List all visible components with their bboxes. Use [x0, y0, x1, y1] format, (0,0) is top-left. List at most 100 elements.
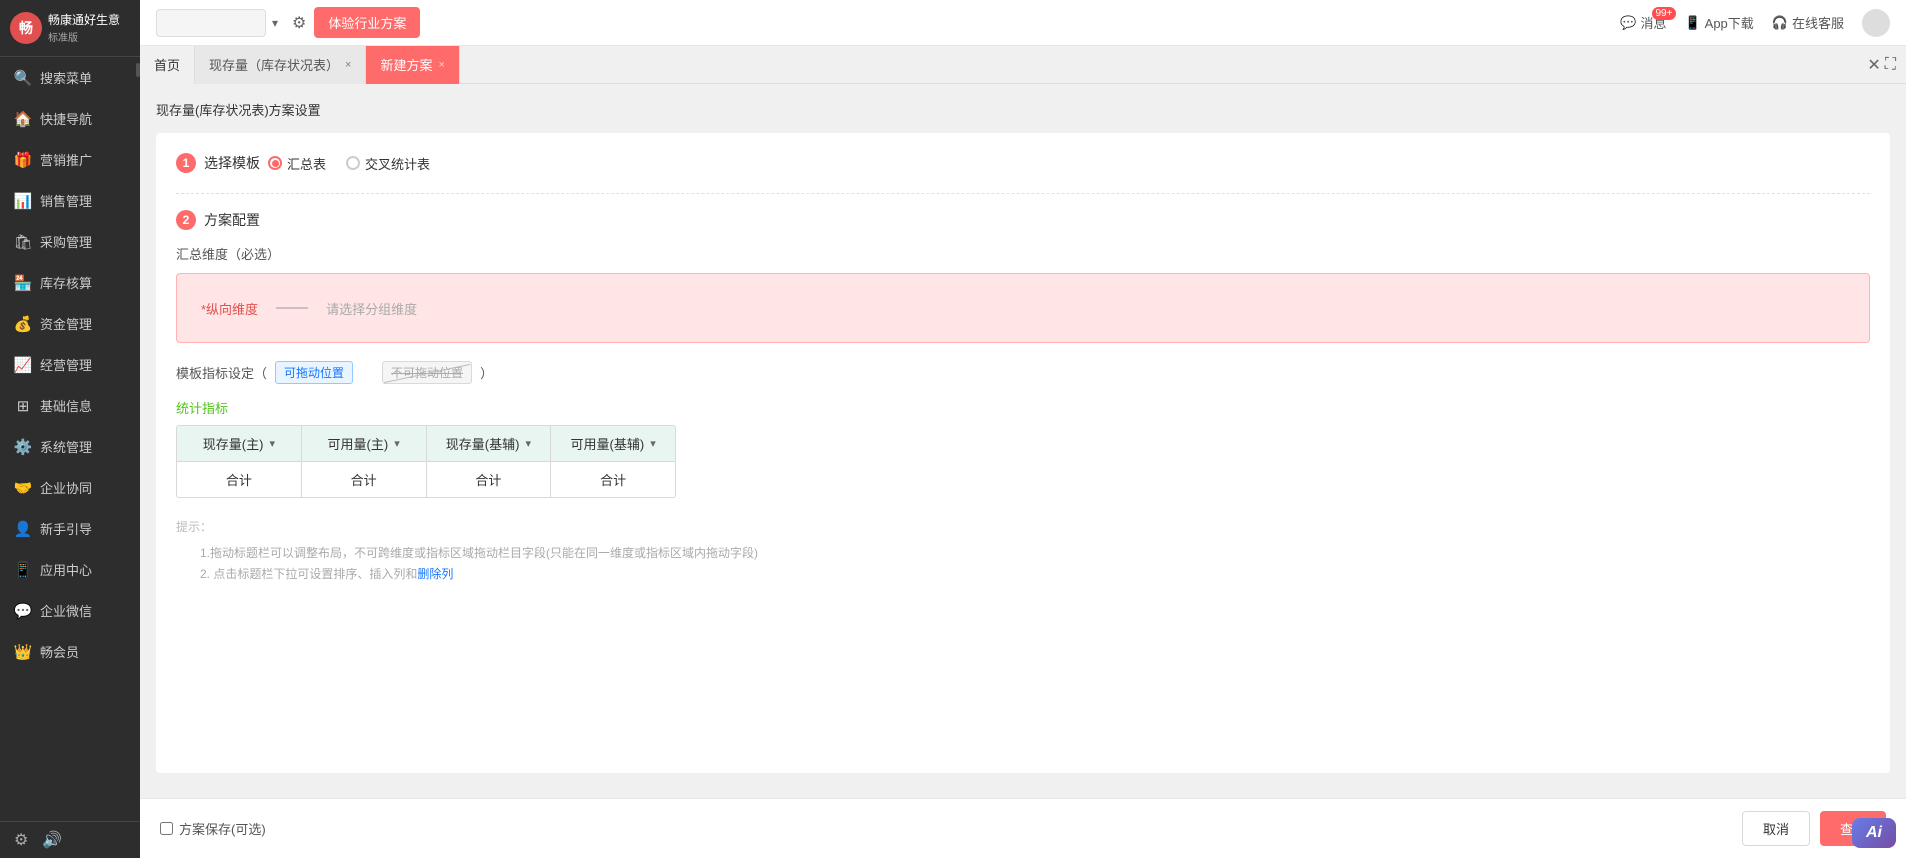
stats-col-chevron-1[interactable]: ▾: [394, 437, 400, 450]
stats-col-sub-1: 合计: [351, 473, 377, 488]
step2-badge: 2: [176, 210, 196, 230]
audio-icon[interactable]: 🔊: [42, 830, 62, 850]
tab-home-label: 首页: [154, 55, 180, 74]
message-button[interactable]: 💬 消息 99+: [1620, 13, 1666, 32]
mobile-icon: 📱: [1684, 15, 1700, 31]
tip-2-highlight: 删除列: [417, 567, 453, 581]
save-checkbox[interactable]: [160, 822, 173, 835]
topbar-gear-icon[interactable]: ⚙: [292, 13, 306, 33]
dimension-required-area[interactable]: *纵向维度 —— 请选择分组维度: [176, 273, 1870, 343]
sidebar-item-guide[interactable]: 👤 新手引导: [0, 508, 140, 549]
app-download-label: App下载: [1705, 13, 1754, 32]
topbar-dropdown-icon[interactable]: ▾: [272, 16, 278, 30]
sidebar-item-wechat-label: 企业微信: [40, 601, 92, 620]
trial-button[interactable]: 体验行业方案: [314, 7, 420, 38]
topbar-search-area: ▾: [156, 9, 278, 37]
sidebar-item-marketing-label: 营销推广: [40, 150, 92, 169]
sidebar-item-sales[interactable]: 📊 销售管理: [0, 180, 140, 221]
indicator-label-suffix: ）: [480, 363, 493, 382]
sidebar-item-sales-label: 销售管理: [40, 191, 92, 210]
sidebar-item-guide-label: 新手引导: [40, 519, 92, 538]
stats-col-label-2: 现存量(基辅): [446, 434, 520, 453]
footer-bar: 方案保存(可选) 取消 查询: [140, 798, 1906, 858]
sidebar-item-search[interactable]: 🔍 搜索菜单: [0, 57, 140, 98]
sidebar-item-apps[interactable]: 📱 应用中心: [0, 549, 140, 590]
tab-inventory[interactable]: 现存量（库存状况表） ×: [195, 46, 366, 84]
cancel-button[interactable]: 取消: [1742, 811, 1810, 846]
topbar-right: 💬 消息 99+ 📱 App下载 🎧 在线客服: [1620, 9, 1890, 37]
vip-icon: 👑: [14, 643, 32, 661]
stats-col-header-2[interactable]: 现存量(基辅) ▾: [427, 426, 552, 461]
tab-new-scheme[interactable]: 新建方案 ×: [366, 46, 459, 84]
template-radio-group: 汇总表 交叉统计表: [268, 154, 430, 173]
radio-summary[interactable]: 汇总表: [268, 154, 326, 173]
stats-col-chevron-3[interactable]: ▾: [650, 437, 656, 450]
tab-inventory-label: 现存量（库存状况表）: [209, 55, 339, 74]
tabbar-right: ✕ ⛶: [1867, 55, 1906, 75]
tab-expand-icon[interactable]: ⛶: [1885, 56, 1896, 74]
stats-col-label-1: 可用量(主): [328, 434, 389, 453]
indicator-draggable-text: 可拖动位置: [284, 364, 344, 381]
radio-cross[interactable]: 交叉统计表: [346, 154, 430, 173]
sidebar-item-wechat[interactable]: 💬 企业微信: [0, 590, 140, 631]
stats-col-header-3[interactable]: 可用量(基辅) ▾: [551, 426, 675, 461]
online-service-label: 在线客服: [1792, 13, 1844, 32]
sidebar-item-shortcut-label: 快捷导航: [40, 109, 92, 128]
step1-header: 1 选择模板 汇总表 交叉统计表: [176, 153, 1870, 173]
tab-new-scheme-close[interactable]: ×: [438, 59, 444, 71]
app-name: 畅康通好生意: [48, 12, 120, 29]
sidebar-item-finance[interactable]: 💰 资金管理: [0, 303, 140, 344]
stats-col-body-3: 合计: [551, 462, 675, 497]
tab-close-icon[interactable]: ✕: [1867, 55, 1880, 75]
sidebar-item-vip[interactable]: 👑 畅会员: [0, 631, 140, 672]
tip-label: 提示：: [176, 517, 1870, 539]
tip-2: 2. 点击标题栏下拉可设置排序、插入列和删除列: [176, 564, 1870, 586]
stats-table-header: 现存量(主) ▾ 可用量(主) ▾ 现存量(基辅) ▾: [177, 426, 675, 462]
online-service-button[interactable]: 🎧 在线客服: [1772, 13, 1844, 32]
sidebar-item-marketing[interactable]: 🎁 营销推广: [0, 139, 140, 180]
indicator-not-draggable-text: 不可拖动位置: [391, 364, 463, 381]
app-download-button[interactable]: 📱 App下载: [1684, 13, 1753, 32]
chart-icon: 📊: [14, 192, 32, 210]
sidebar-item-cooperation-label: 企业协同: [40, 478, 92, 497]
ai-badge[interactable]: Ai: [1852, 818, 1896, 848]
stats-col-body-1: 合计: [302, 462, 427, 497]
sidebar-item-system[interactable]: ⚙️ 系统管理: [0, 426, 140, 467]
wechat-icon: 💬: [14, 602, 32, 620]
grid-icon: ⊞: [14, 397, 32, 415]
sidebar-item-basic[interactable]: ⊞ 基础信息: [0, 385, 140, 426]
sidebar-item-inventory[interactable]: 🏪 库存核算: [0, 262, 140, 303]
bar-chart-icon: 📈: [14, 356, 32, 374]
step2-title: 方案配置: [204, 210, 260, 230]
save-label: 方案保存(可选): [179, 819, 266, 838]
main-area: ▾ ⚙ 体验行业方案 💬 消息 99+ 📱 App下载 🎧 在线客服: [140, 0, 1906, 858]
dimension-placeholder: 请选择分组维度: [326, 299, 417, 318]
stats-col-chevron-2[interactable]: ▾: [525, 437, 531, 450]
step2-header: 2 方案配置: [176, 210, 1870, 230]
radio-cross-label: 交叉统计表: [365, 154, 430, 173]
sidebar-item-finance-label: 资金管理: [40, 314, 92, 333]
stats-col-header-0[interactable]: 现存量(主) ▾: [177, 426, 302, 461]
stats-col-sub-3: 合计: [600, 473, 626, 488]
stats-section: 统计指标 现存量(主) ▾ 可用量(主) ▾: [176, 398, 1870, 501]
topbar: ▾ ⚙ 体验行业方案 💬 消息 99+ 📱 App下载 🎧 在线客服: [140, 0, 1906, 46]
stats-col-chevron-0[interactable]: ▾: [269, 437, 275, 450]
user-avatar-button[interactable]: [1862, 9, 1890, 37]
sidebar-item-shortcut[interactable]: 🏠 快捷导航: [0, 98, 140, 139]
stats-col-header-1[interactable]: 可用量(主) ▾: [302, 426, 427, 461]
tab-home[interactable]: 首页: [140, 46, 195, 84]
step1-section: 1 选择模板 汇总表 交叉统计表: [176, 153, 1870, 173]
step1-badge: 1: [176, 153, 196, 173]
message-icon: 💬: [1620, 15, 1636, 31]
stats-col-body-2: 合计: [427, 462, 552, 497]
handshake-icon: 🤝: [14, 479, 32, 497]
tab-inventory-close[interactable]: ×: [345, 59, 351, 71]
sidebar-item-purchase[interactable]: 🛍 采购管理: [0, 221, 140, 262]
settings-bottom-icon[interactable]: ⚙: [14, 830, 28, 850]
sidebar-item-search-label: 搜索菜单: [40, 68, 92, 87]
sidebar-item-cooperation[interactable]: 🤝 企业协同: [0, 467, 140, 508]
sidebar: 畅 畅康通好生意 标准版 🔍 搜索菜单 🏠 快捷导航 🎁 营销推广 📊 销售管理…: [0, 0, 140, 858]
footer-save-area: 方案保存(可选): [160, 819, 266, 838]
warehouse-icon: 🏪: [14, 274, 32, 292]
sidebar-item-management[interactable]: 📈 经营管理: [0, 344, 140, 385]
